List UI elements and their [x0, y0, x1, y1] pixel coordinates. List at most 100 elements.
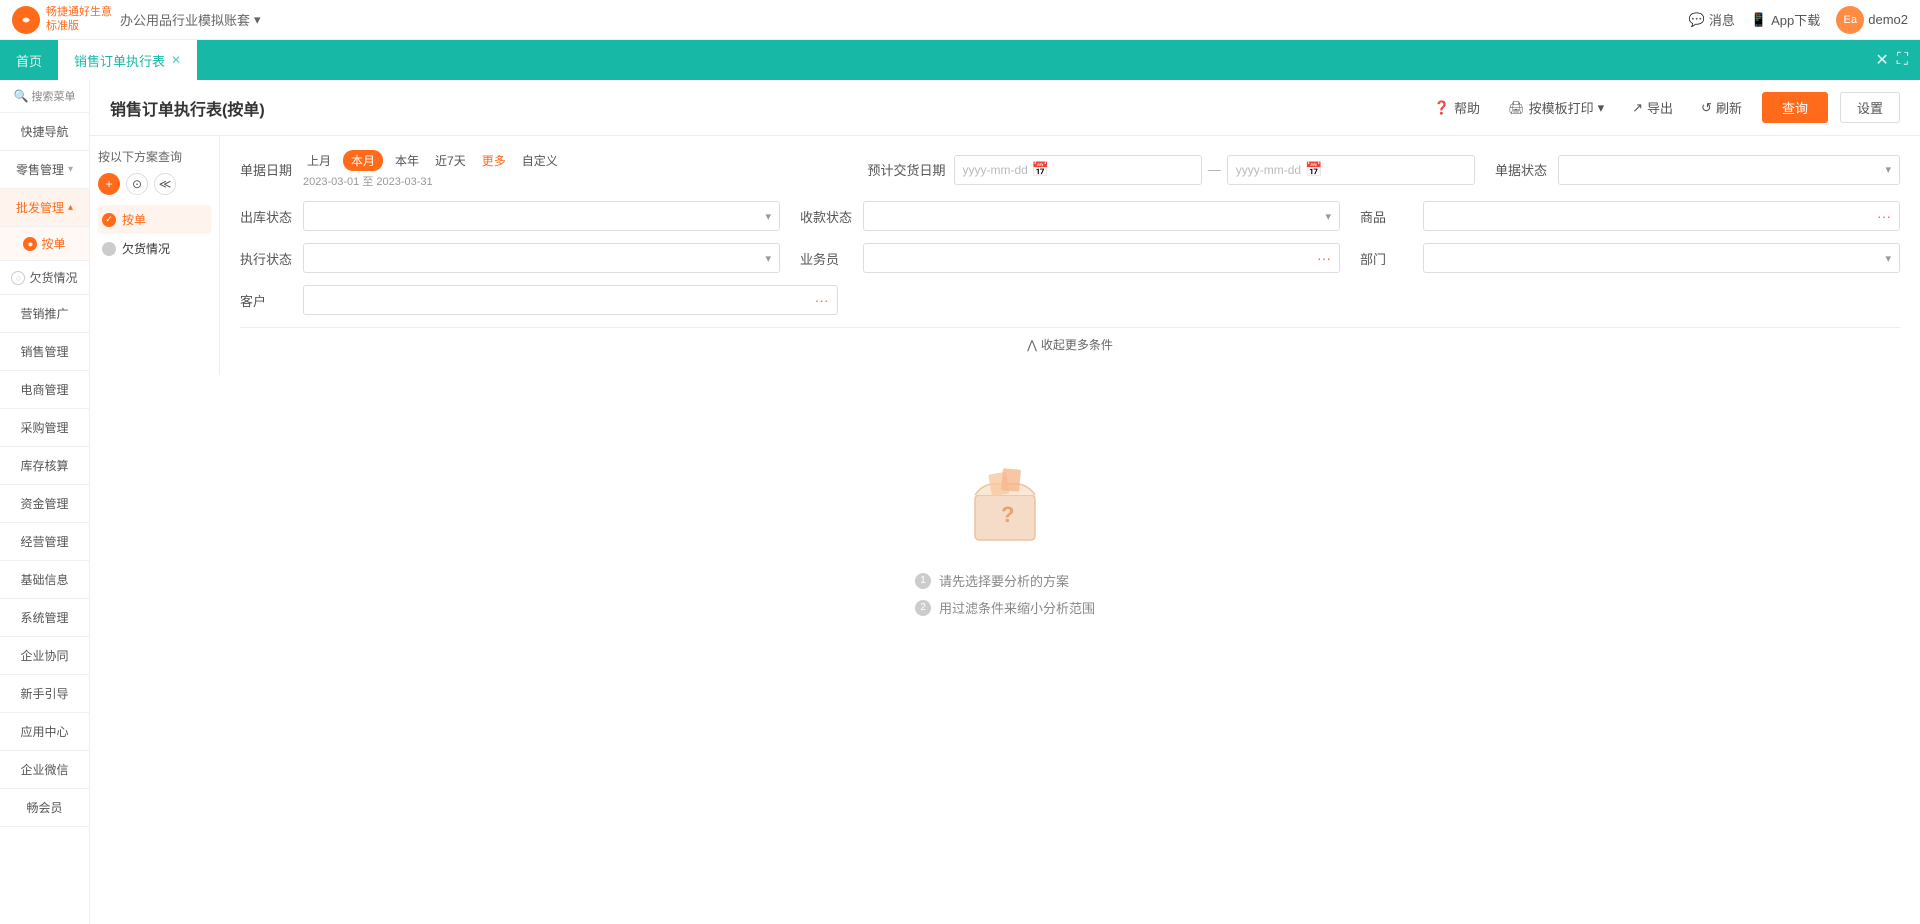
date-tab-last-month[interactable]: 上月 — [303, 150, 335, 171]
date-tab-more[interactable]: 更多 — [478, 150, 510, 171]
plan-item-press-order[interactable]: ✓ 按单 — [98, 205, 211, 234]
help-icon: ❓ — [1434, 100, 1450, 116]
app-download-button[interactable]: 📱 App下载 — [1751, 10, 1820, 29]
logo-area: 畅捷通好生意 标准版 — [12, 6, 112, 34]
goods-ellipsis[interactable]: ··· — [1877, 208, 1891, 224]
export-button[interactable]: ↗ 导出 — [1624, 94, 1681, 121]
help-button[interactable]: ❓ 帮助 — [1426, 94, 1488, 121]
maximize-icon[interactable]: ⛶ — [1897, 51, 1908, 69]
quick-nav-label: 快捷导航 — [20, 123, 68, 140]
top-bar-left: 畅捷通好生意 标准版 办公用品行业模拟账套 ▾ — [12, 6, 261, 34]
salesperson-ellipsis[interactable]: ··· — [1317, 250, 1331, 266]
refresh-button[interactable]: ↺ 刷新 — [1693, 94, 1750, 121]
date-label: 单据日期 — [240, 160, 295, 179]
date-range-text: 2023-03-01 至 2023-03-31 — [303, 173, 848, 189]
sidebar-item-system[interactable]: 系统管理 — [0, 599, 89, 637]
query-button[interactable]: 查询 — [1762, 92, 1828, 123]
collapse-bar[interactable]: ⋀ 收起更多条件 — [240, 327, 1900, 361]
filter-item-exec-status: 执行状态 ▾ — [240, 243, 780, 273]
download-icon: 📱 — [1751, 12, 1767, 28]
copy-plan-button[interactable]: ⊙ — [126, 173, 148, 195]
main-layout: 🔍 搜索菜单 快捷导航 零售管理 ▾ 批发管理 ▴ ● 按单 ○ 欠货情况 营销… — [0, 80, 1920, 924]
sidebar-item-enterprise[interactable]: 企业协同 — [0, 637, 89, 675]
print-button[interactable]: 🖨 按模板打印 ▾ — [1500, 94, 1612, 121]
collapse-plan-button[interactable]: ≪ — [154, 173, 176, 195]
sidebar-sub-item-press-order[interactable]: ● 按单 — [0, 227, 89, 261]
sidebar-item-sales[interactable]: 销售管理 — [0, 333, 89, 371]
date-tab-current-month[interactable]: 本月 — [343, 150, 383, 171]
tab-home[interactable]: 首页 — [0, 40, 58, 80]
plan-item-debt[interactable]: 欠货情况 — [98, 234, 211, 263]
date-tab-last-7[interactable]: 近7天 — [431, 150, 470, 171]
add-plan-button[interactable]: + — [98, 173, 120, 195]
sidebar-item-newbie[interactable]: 新手引导 — [0, 675, 89, 713]
close-window-icon[interactable]: ✕ — [1875, 50, 1888, 70]
retail-label: 零售管理 — [16, 161, 64, 178]
date-tab-custom[interactable]: 自定义 — [518, 150, 562, 171]
date-tabs: 上月 本月 本年 近7天 更多 自定义 — [303, 150, 848, 171]
payment-status-select[interactable]: ▾ — [863, 201, 1340, 231]
sidebar-item-purchase[interactable]: 采购管理 — [0, 409, 89, 447]
filter-section: 按以下方案查询 + ⊙ ≪ ✓ 按单 欠货情况 — [90, 136, 1920, 375]
settings-button[interactable]: 设置 — [1840, 92, 1900, 123]
date-wrapper: 上月 本月 本年 近7天 更多 自定义 2023-03-01 至 2023-03… — [303, 150, 848, 189]
sidebar-item-marketing[interactable]: 营销推广 — [0, 295, 89, 333]
collapse-up-icon: ⋀ — [1027, 338, 1037, 352]
logo-icon — [12, 6, 40, 34]
filter-item-expected-delivery: 预计交货日期 yyyy-mm-dd 📅 — yyyy-mm-dd 📅 — [868, 155, 1476, 185]
expected-date-end[interactable]: yyyy-mm-dd 📅 — [1227, 155, 1475, 185]
sidebar-item-ecommerce[interactable]: 电商管理 — [0, 371, 89, 409]
expected-date-start[interactable]: yyyy-mm-dd 📅 — [954, 155, 1202, 185]
content-area: 销售订单执行表(按单) ❓ 帮助 🖨 按模板打印 ▾ ↗ 导出 — [90, 80, 1920, 924]
customer-ellipsis[interactable]: ··· — [815, 292, 829, 308]
delivery-status-select[interactable]: ▾ — [303, 201, 780, 231]
filter-item-salesperson: 业务员 ··· — [800, 243, 1340, 273]
sidebar-item-wechat[interactable]: 企业微信 — [0, 751, 89, 789]
salesperson-input[interactable]: ··· — [863, 243, 1340, 273]
sidebar-item-apps[interactable]: 应用中心 — [0, 713, 89, 751]
payment-status-label: 收款状态 — [800, 207, 855, 226]
sidebar-item-operation[interactable]: 经营管理 — [0, 523, 89, 561]
date-tab-current-year[interactable]: 本年 — [391, 150, 423, 171]
export-icon: ↗ — [1632, 100, 1643, 116]
sidebar-item-inventory[interactable]: 库存核算 — [0, 447, 89, 485]
empty-tips: 1 请先选择要分析的方案 2 用过滤条件来缩小分析范围 — [915, 571, 1095, 617]
sidebar-sub-item-debt[interactable]: ○ 欠货情况 — [0, 261, 89, 295]
empty-tip-1: 1 请先选择要分析的方案 — [915, 571, 1095, 590]
calendar-end-icon[interactable]: 📅 — [1305, 161, 1322, 178]
payment-chevron: ▾ — [1325, 210, 1331, 223]
app-selector-label: 办公用品行业模拟账套 — [120, 10, 250, 29]
goods-input[interactable]: ··· — [1423, 201, 1900, 231]
department-select[interactable]: ▾ — [1423, 243, 1900, 273]
user-profile[interactable]: Ea demo2 — [1836, 6, 1908, 34]
filter-row-1: 单据日期 上月 本月 本年 近7天 更多 自定义 20 — [240, 150, 1900, 189]
page-header: 销售订单执行表(按单) ❓ 帮助 🖨 按模板打印 ▾ ↗ 导出 — [90, 80, 1920, 136]
sidebar-item-member[interactable]: 畅会员 — [0, 789, 89, 827]
sidebar-item-quick-nav[interactable]: 快捷导航 — [0, 113, 89, 151]
page-content: 销售订单执行表(按单) ❓ 帮助 🖨 按模板打印 ▾ ↗ 导出 — [90, 80, 1920, 924]
press-order-plan-label: 按单 — [122, 211, 146, 228]
tab-sales-order[interactable]: 销售订单执行表 ✕ — [58, 40, 197, 80]
goods-label: 商品 — [1360, 207, 1415, 226]
filter-row-3: 执行状态 ▾ 业务员 ··· — [240, 243, 1900, 273]
calendar-start-icon[interactable]: 📅 — [1032, 161, 1049, 178]
debt-label: 欠货情况 — [29, 269, 77, 286]
filter-item-order-status: 单据状态 ▾ — [1495, 155, 1900, 185]
filter-row-4: 客户 ··· — [240, 285, 1900, 315]
sales-order-tab-label: 销售订单执行表 — [74, 51, 165, 70]
close-tab-icon[interactable]: ✕ — [171, 53, 181, 67]
sidebar-item-retail[interactable]: 零售管理 ▾ — [0, 151, 89, 189]
department-label: 部门 — [1360, 249, 1415, 268]
sidebar-item-basic[interactable]: 基础信息 — [0, 561, 89, 599]
customer-input[interactable]: ··· — [303, 285, 838, 315]
sidebar-search[interactable]: 🔍 搜索菜单 — [0, 80, 89, 113]
top-bar: 畅捷通好生意 标准版 办公用品行业模拟账套 ▾ 💬 消息 📱 App下载 Ea … — [0, 0, 1920, 40]
order-status-select[interactable]: ▾ — [1558, 155, 1900, 185]
sidebar-item-finance[interactable]: 资金管理 — [0, 485, 89, 523]
message-button[interactable]: 💬 消息 — [1689, 10, 1735, 29]
sidebar-item-wholesale[interactable]: 批发管理 ▴ — [0, 189, 89, 227]
empty-state: ? 1 请先选择要分析的方案 2 用过滤条件来缩小分析范围 — [90, 375, 1920, 697]
app-selector[interactable]: 办公用品行业模拟账套 ▾ — [120, 10, 261, 29]
exec-status-select[interactable]: ▾ — [303, 243, 780, 273]
expected-date-range: yyyy-mm-dd 📅 — yyyy-mm-dd 📅 — [954, 155, 1475, 185]
